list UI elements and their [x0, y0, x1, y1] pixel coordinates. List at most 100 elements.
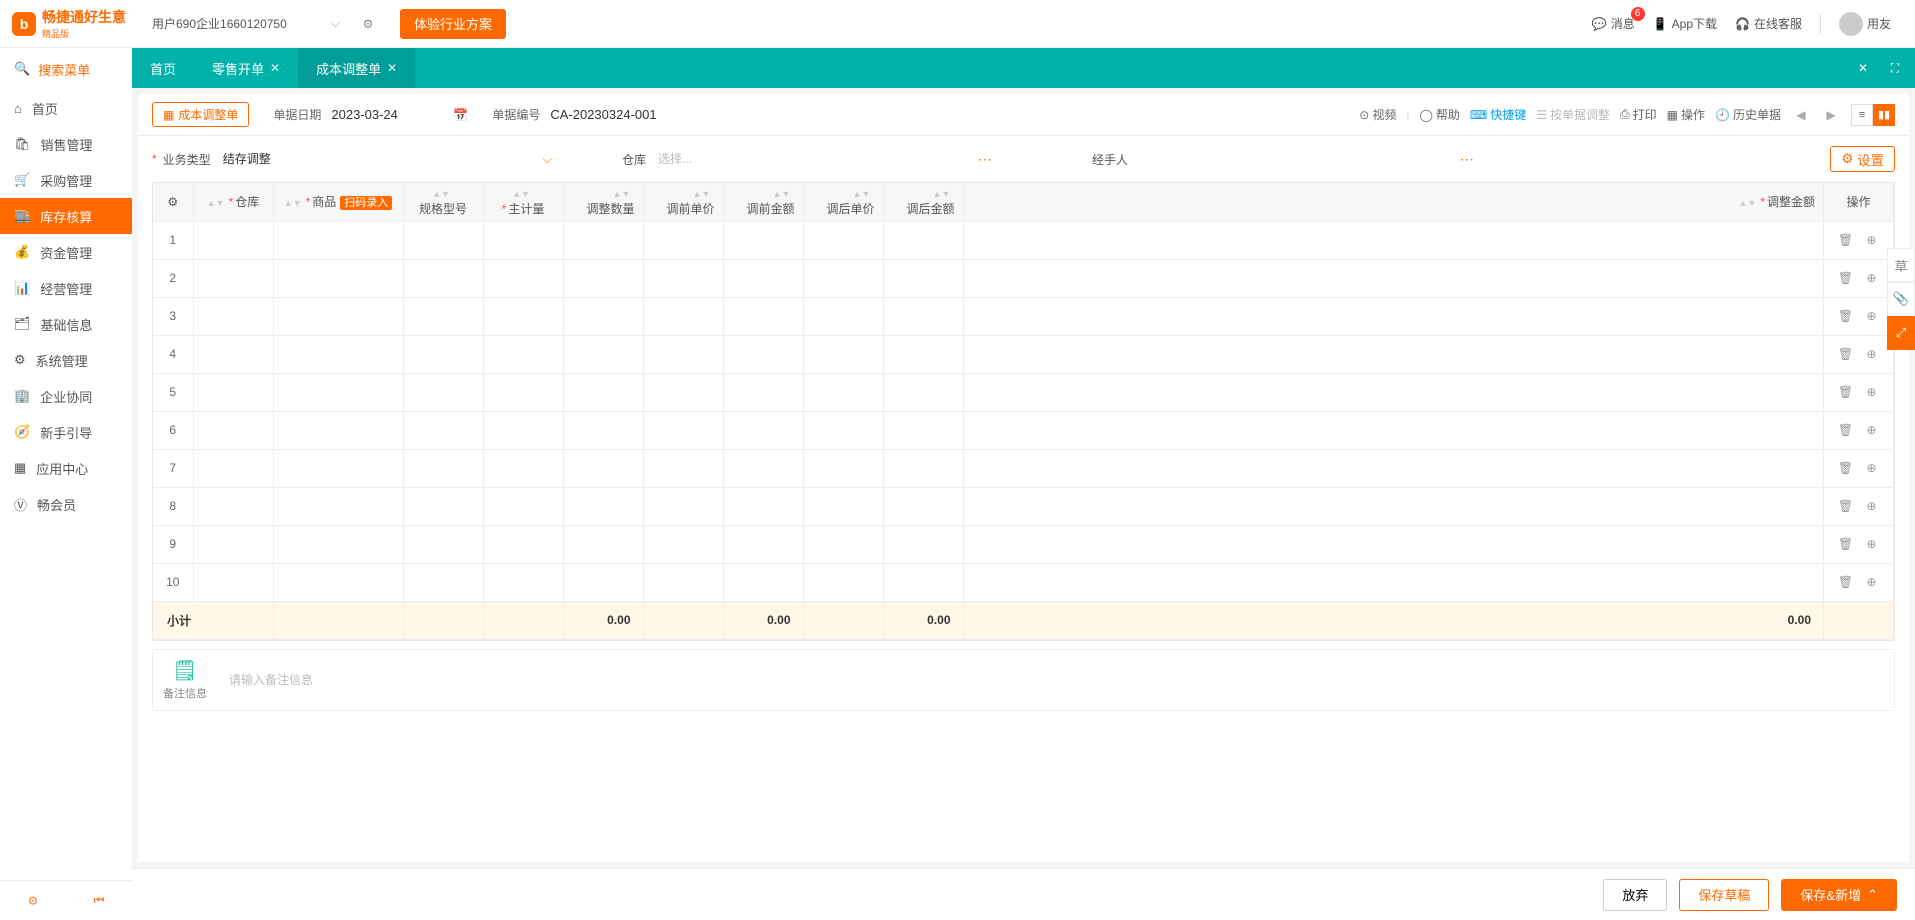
grid-cell[interactable]: [723, 259, 803, 297]
grid-cell[interactable]: [563, 487, 643, 525]
grid-cell[interactable]: [273, 411, 403, 449]
grid-cell[interactable]: [273, 221, 403, 259]
table-row[interactable]: 9🗑⊕: [153, 525, 1894, 563]
grid-cell[interactable]: [403, 221, 483, 259]
grid-cell[interactable]: [483, 221, 563, 259]
grid-cell[interactable]: [403, 563, 483, 601]
table-row[interactable]: 10🗑⊕: [153, 563, 1894, 601]
grid-cell[interactable]: [963, 525, 1824, 563]
grid-cell[interactable]: [963, 449, 1824, 487]
grid-cell[interactable]: [643, 563, 723, 601]
grid-cell[interactable]: [803, 525, 883, 563]
collapse-icon[interactable]: ⏮: [94, 893, 105, 908]
sidebar-item-6[interactable]: 🗂基础信息: [0, 306, 132, 342]
grid-cell[interactable]: [883, 563, 963, 601]
grid-cell[interactable]: [963, 221, 1824, 259]
grid-cell[interactable]: [403, 335, 483, 373]
grid-cell[interactable]: [803, 449, 883, 487]
table-row[interactable]: 8🗑⊕: [153, 487, 1894, 525]
fullscreen-button[interactable]: ⛶: [1881, 54, 1909, 82]
grid-cell[interactable]: [403, 373, 483, 411]
sidebar-item-8[interactable]: 🏢企业协同: [0, 378, 132, 414]
grid-cell[interactable]: [193, 525, 273, 563]
history-link[interactable]: 🕘历史单据: [1715, 106, 1781, 123]
sidebar-item-0[interactable]: ⌂首页: [0, 90, 132, 126]
rail-draft-button[interactable]: 草: [1887, 248, 1915, 282]
insert-row-button[interactable]: ⊕: [1863, 345, 1881, 363]
grid-cell[interactable]: [563, 449, 643, 487]
save-draft-button[interactable]: 保存草稿: [1679, 879, 1769, 911]
grid-cell[interactable]: [723, 563, 803, 601]
notes-input[interactable]: [217, 650, 1894, 710]
insert-row-button[interactable]: ⊕: [1863, 535, 1881, 553]
insert-row-button[interactable]: ⊕: [1863, 383, 1881, 401]
sidebar-item-4[interactable]: 💰资金管理: [0, 234, 132, 270]
tab-close-icon[interactable]: ✕: [387, 61, 397, 75]
grid-cell[interactable]: [723, 373, 803, 411]
grid-cell[interactable]: [723, 411, 803, 449]
insert-row-button[interactable]: ⊕: [1863, 459, 1881, 477]
grid-cell[interactable]: [563, 411, 643, 449]
grid-cell[interactable]: [723, 525, 803, 563]
grid-cell[interactable]: [723, 487, 803, 525]
grid-cell[interactable]: [803, 373, 883, 411]
grid-cell[interactable]: [883, 297, 963, 335]
col-post-amount[interactable]: ▲▼调后金额: [883, 183, 963, 221]
next-doc-button[interactable]: ▶: [1821, 105, 1841, 125]
save-and-new-button[interactable]: 保存&新增 ⌃: [1781, 879, 1897, 911]
grid-cell[interactable]: [643, 373, 723, 411]
grid-cell[interactable]: [193, 297, 273, 335]
sidebar-item-1[interactable]: 🛍销售管理: [0, 126, 132, 162]
grid-cell[interactable]: [403, 411, 483, 449]
col-config[interactable]: ⚙: [153, 183, 193, 221]
grid-cell[interactable]: [803, 411, 883, 449]
grid-cell[interactable]: [273, 563, 403, 601]
warehouse-input[interactable]: [652, 148, 972, 171]
view-list-button[interactable]: ≡: [1851, 104, 1873, 126]
grid-cell[interactable]: [803, 563, 883, 601]
delete-row-button[interactable]: 🗑: [1837, 459, 1855, 477]
grid-cell[interactable]: [193, 221, 273, 259]
sidebar-item-11[interactable]: Ⓥ畅会员: [0, 486, 132, 522]
grid-cell[interactable]: [803, 259, 883, 297]
grid-cell[interactable]: [643, 449, 723, 487]
grid-cell[interactable]: [483, 297, 563, 335]
close-all-tabs-button[interactable]: ✕: [1849, 54, 1877, 82]
grid-cell[interactable]: [723, 297, 803, 335]
grid-cell[interactable]: [403, 297, 483, 335]
grid-cell[interactable]: [643, 487, 723, 525]
delete-row-button[interactable]: 🗑: [1837, 383, 1855, 401]
grid-cell[interactable]: [483, 373, 563, 411]
sidebar-search[interactable]: 🔍 搜索菜单: [0, 48, 132, 90]
grid-cell[interactable]: [963, 259, 1824, 297]
grid-cell[interactable]: [883, 525, 963, 563]
grid-cell[interactable]: [963, 411, 1824, 449]
col-main-qty[interactable]: ▲▼*主计量: [483, 183, 563, 221]
grid-cell[interactable]: [883, 259, 963, 297]
grid-cell[interactable]: [803, 297, 883, 335]
calendar-icon[interactable]: 📅: [453, 108, 468, 122]
delete-row-button[interactable]: 🗑: [1837, 497, 1855, 515]
insert-row-button[interactable]: ⊕: [1863, 421, 1881, 439]
grid-cell[interactable]: [273, 297, 403, 335]
grid-cell[interactable]: [273, 525, 403, 563]
rail-attach-button[interactable]: 📎: [1887, 282, 1915, 316]
video-link[interactable]: ⊙视频: [1359, 106, 1396, 123]
grid-cell[interactable]: [403, 449, 483, 487]
grid-cell[interactable]: [883, 411, 963, 449]
grid-cell[interactable]: [273, 335, 403, 373]
table-row[interactable]: 5🗑⊕: [153, 373, 1894, 411]
grid-cell[interactable]: [883, 449, 963, 487]
col-product[interactable]: ▲▼*商品扫码录入: [273, 183, 403, 221]
grid-cell[interactable]: [883, 335, 963, 373]
shortcut-link[interactable]: ⌨快捷键: [1470, 106, 1526, 123]
grid-cell[interactable]: [193, 259, 273, 297]
delete-row-button[interactable]: 🗑: [1837, 269, 1855, 287]
doc-date-input[interactable]: [327, 105, 447, 124]
grid-cell[interactable]: [963, 487, 1824, 525]
grid-cell[interactable]: [193, 449, 273, 487]
gear-icon[interactable]: ⚙: [28, 894, 39, 908]
table-row[interactable]: 4🗑⊕: [153, 335, 1894, 373]
grid-cell[interactable]: [643, 221, 723, 259]
delete-row-button[interactable]: 🗑: [1837, 231, 1855, 249]
